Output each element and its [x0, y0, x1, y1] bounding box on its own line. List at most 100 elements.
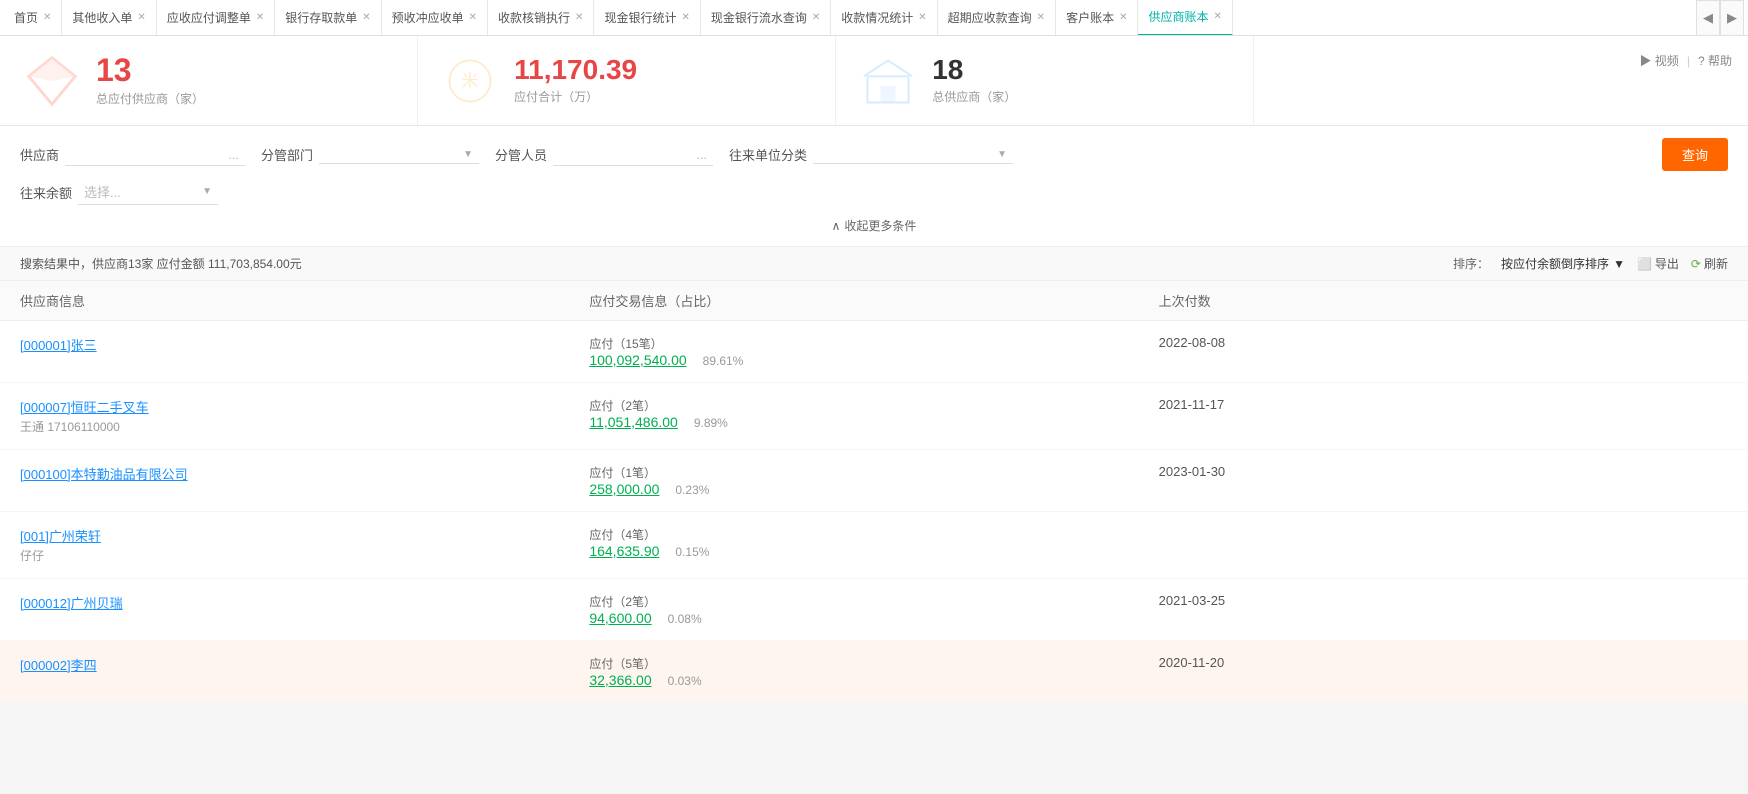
- nav-tab-label: 其他收入单: [72, 9, 132, 26]
- close-icon[interactable]: ✕: [43, 12, 51, 23]
- supplier-label: 供应商: [20, 145, 59, 164]
- nav-tab-6[interactable]: 现金银行统计 ✕: [594, 0, 700, 36]
- close-icon[interactable]: ✕: [1119, 12, 1127, 23]
- export-icon: ⬜: [1637, 257, 1652, 271]
- balance-label: 往来余额: [20, 183, 72, 202]
- supplier-info: [001]广州荣轩 仔仔: [20, 526, 589, 564]
- transaction-label: 应付（1笔）: [589, 464, 1158, 481]
- close-icon[interactable]: ✕: [918, 12, 926, 23]
- category-filter: 往来单位分类 ▼: [729, 145, 1013, 164]
- nav-tab-10[interactable]: 客户账本✕: [1056, 0, 1138, 36]
- category-select[interactable]: ▼: [813, 146, 1013, 164]
- close-icon[interactable]: ✕: [137, 12, 145, 23]
- transaction-amount[interactable]: 94,600.00: [589, 610, 651, 626]
- nav-tab-0[interactable]: 首页 ✕: [4, 0, 62, 36]
- shop-icon: [860, 53, 916, 109]
- balance-placeholder: 选择...: [84, 182, 198, 201]
- svg-text:米: 米: [462, 71, 479, 90]
- table-header: 供应商信息 应付交易信息（占比） 上次付数: [0, 281, 1748, 321]
- nav-left-arrow[interactable]: ◀: [1696, 0, 1720, 36]
- nav-tab-8[interactable]: 收款情况统计 ✕: [831, 0, 937, 36]
- table-row: [000012]广州贝瑞 应付（2笔） 94,600.00 0.08% 2021…: [0, 579, 1748, 641]
- dept-filter: 分管部门 ▼: [261, 145, 479, 164]
- transaction-label: 应付（4笔）: [589, 526, 1158, 543]
- transaction-amount[interactable]: 100,092,540.00: [589, 352, 686, 368]
- table-row: [000002]李四 应付（5笔） 32,366.00 0.03% 2020-1…: [0, 641, 1748, 703]
- close-icon[interactable]: ✕: [1213, 11, 1221, 22]
- close-icon[interactable]: ✕: [812, 12, 820, 23]
- transaction-pct: 0.08%: [668, 612, 702, 626]
- nav-tab-label: 超期应收款查询: [948, 9, 1032, 26]
- transaction-info: 应付（2笔） 11,051,486.00 9.89%: [589, 397, 1158, 430]
- stats-bar: 13 总应付供应商（家） 米 11,170.39 应付合计（万） 18 总: [0, 36, 1748, 126]
- transaction-amount[interactable]: 32,366.00: [589, 672, 651, 688]
- close-icon[interactable]: ✕: [681, 12, 689, 23]
- transaction-pct: 0.03%: [668, 674, 702, 688]
- transaction-label: 应付（5笔）: [589, 655, 1158, 672]
- supplier-link[interactable]: [001]广州荣轩: [20, 526, 589, 545]
- transaction-amount[interactable]: 258,000.00: [589, 481, 659, 497]
- nav-tab-label: 首页: [14, 9, 38, 26]
- stat-payable-suppliers: 13 总应付供应商（家）: [0, 36, 418, 125]
- last-payment: 2023-01-30: [1159, 464, 1728, 479]
- nav-tab-2[interactable]: 应收应付调整单 ✕: [157, 0, 275, 36]
- nav-tab-4[interactable]: 预收冲应收单✕: [382, 0, 488, 36]
- refresh-button[interactable]: ⟳ 刷新: [1691, 255, 1728, 272]
- payable-suppliers-label: 总应付供应商（家）: [96, 90, 204, 107]
- nav-tab-1[interactable]: 其他收入单 ✕: [62, 0, 156, 36]
- last-payment-cell: 2021-11-17: [1159, 397, 1728, 412]
- supplier-sub: 仔仔: [20, 547, 589, 564]
- sort-chevron-icon: ▼: [1613, 257, 1625, 271]
- transaction-label: 应付（2笔）: [589, 593, 1158, 610]
- supplier-link[interactable]: [000007]恒旺二手叉车: [20, 397, 589, 416]
- supplier-link[interactable]: [000002]李四: [20, 655, 589, 674]
- nav-tab-label: 现金银行统计: [604, 9, 676, 26]
- nav-tab-label: 应收应付调整单: [167, 9, 251, 26]
- nav-tab-7[interactable]: 现金银行流水查询 ✕: [701, 0, 831, 36]
- last-payment-cell: 2023-01-30: [1159, 464, 1728, 479]
- transaction-info: 应付（1笔） 258,000.00 0.23%: [589, 464, 1158, 497]
- transaction-pct: 9.89%: [694, 416, 728, 430]
- supplier-info: [000001]张三: [20, 335, 589, 354]
- nav-tab-11[interactable]: 供应商账本✕: [1138, 0, 1232, 36]
- nav-tab-9[interactable]: 超期应收款查询 ✕: [938, 0, 1056, 36]
- nav-tab-label: 现金银行流水查询: [711, 9, 807, 26]
- supplier-link[interactable]: [000100]本特勤油品有限公司: [20, 464, 589, 483]
- query-button[interactable]: 查询: [1662, 138, 1728, 171]
- transaction-label: 应付（2笔）: [589, 397, 1158, 414]
- supplier-info: [000100]本特勤油品有限公司: [20, 464, 589, 483]
- close-icon[interactable]: ✕: [362, 12, 370, 23]
- total-suppliers-count: 18: [932, 56, 1016, 84]
- person-input[interactable]: ...: [553, 144, 713, 166]
- supplier-link[interactable]: [000001]张三: [20, 335, 589, 354]
- nav-tab-5[interactable]: 收款核销执行✕: [488, 0, 594, 36]
- transaction-label: 应付（15笔）: [589, 335, 1158, 352]
- sort-select[interactable]: 按应付余额倒序排序 ▼: [1501, 255, 1625, 272]
- close-icon[interactable]: ✕: [256, 12, 264, 23]
- balance-select[interactable]: 选择... ▼: [78, 179, 218, 205]
- transaction-amount[interactable]: 164,635.90: [589, 543, 659, 559]
- sort-value: 按应付余额倒序排序: [1501, 255, 1609, 272]
- nav-right-arrow[interactable]: ▶: [1720, 0, 1744, 36]
- transaction-info: 应付（2笔） 94,600.00 0.08%: [589, 593, 1158, 626]
- video-link[interactable]: ▶ 视频: [1639, 52, 1678, 69]
- dept-chevron-icon: ▼: [463, 149, 473, 160]
- stat-total-suppliers: 18 总供应商（家）: [836, 36, 1254, 125]
- total-suppliers-label: 总供应商（家）: [932, 88, 1016, 105]
- export-button[interactable]: ⬜ 导出: [1637, 255, 1679, 272]
- last-payment: 2022-08-08: [1159, 335, 1728, 350]
- close-icon[interactable]: ✕: [575, 12, 583, 23]
- supplier-input[interactable]: ...: [65, 144, 245, 166]
- supplier-link[interactable]: [000012]广州贝瑞: [20, 593, 589, 612]
- nav-tab-label: 收款情况统计: [841, 9, 913, 26]
- dept-select[interactable]: ▼: [319, 146, 479, 164]
- help-link[interactable]: ? 帮助: [1698, 52, 1732, 69]
- close-icon[interactable]: ✕: [1037, 12, 1045, 23]
- nav-tab-3[interactable]: 银行存取款单✕: [275, 0, 381, 36]
- close-icon[interactable]: ✕: [469, 12, 477, 23]
- category-chevron-icon: ▼: [997, 149, 1007, 160]
- collapse-button[interactable]: ∧ 收起更多条件: [820, 213, 929, 238]
- transaction-amount[interactable]: 11,051,486.00: [589, 414, 678, 430]
- top-links: ▶ 视频 | ? 帮助: [1623, 44, 1748, 77]
- supplier-filter: 供应商 ...: [20, 144, 245, 166]
